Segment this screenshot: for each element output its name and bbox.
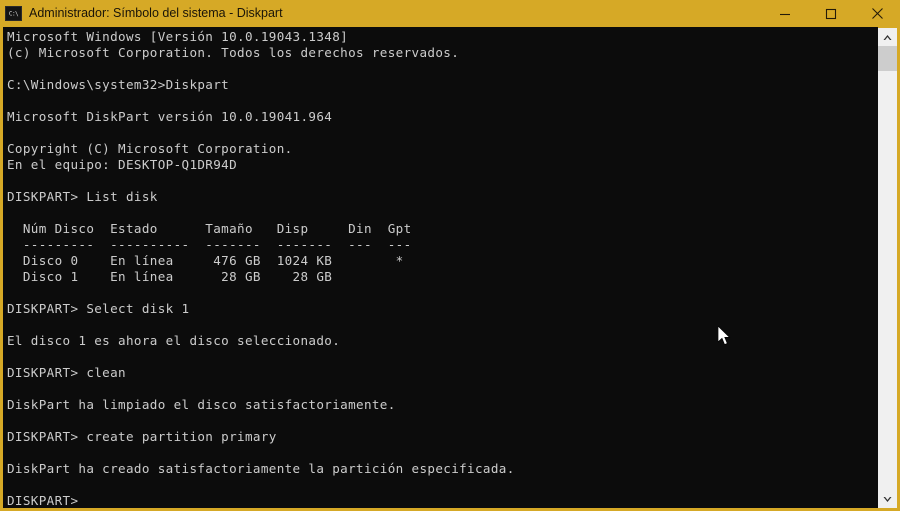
- console-icon: C:\: [5, 6, 22, 21]
- mouse-cursor: [718, 326, 731, 346]
- command-prompt-window: C:\ Administrador: Símbolo del sistema -…: [0, 0, 900, 511]
- scroll-up-arrow[interactable]: [878, 28, 897, 46]
- title-bar-left: C:\ Administrador: Símbolo del sistema -…: [0, 6, 283, 21]
- title-bar[interactable]: C:\ Administrador: Símbolo del sistema -…: [0, 0, 900, 27]
- minimize-button[interactable]: [762, 0, 808, 27]
- close-icon: [871, 8, 883, 19]
- maximize-button[interactable]: [808, 0, 854, 27]
- console-icon-glyph: C:\: [8, 10, 19, 17]
- scrollbar-track[interactable]: [878, 46, 897, 490]
- minimize-icon: [780, 13, 790, 15]
- maximize-icon: [825, 8, 837, 19]
- console-text: Microsoft Windows [Versión 10.0.19043.13…: [7, 29, 515, 508]
- window-title: Administrador: Símbolo del sistema - Dis…: [29, 6, 283, 20]
- chevron-up-icon: [883, 34, 892, 40]
- vertical-scrollbar[interactable]: [878, 28, 897, 508]
- chevron-down-icon: [883, 496, 892, 502]
- scroll-down-arrow[interactable]: [878, 490, 897, 508]
- scroll-thumb[interactable]: [878, 46, 897, 71]
- console-output-area[interactable]: Microsoft Windows [Versión 10.0.19043.13…: [3, 27, 878, 508]
- close-button[interactable]: [854, 0, 900, 27]
